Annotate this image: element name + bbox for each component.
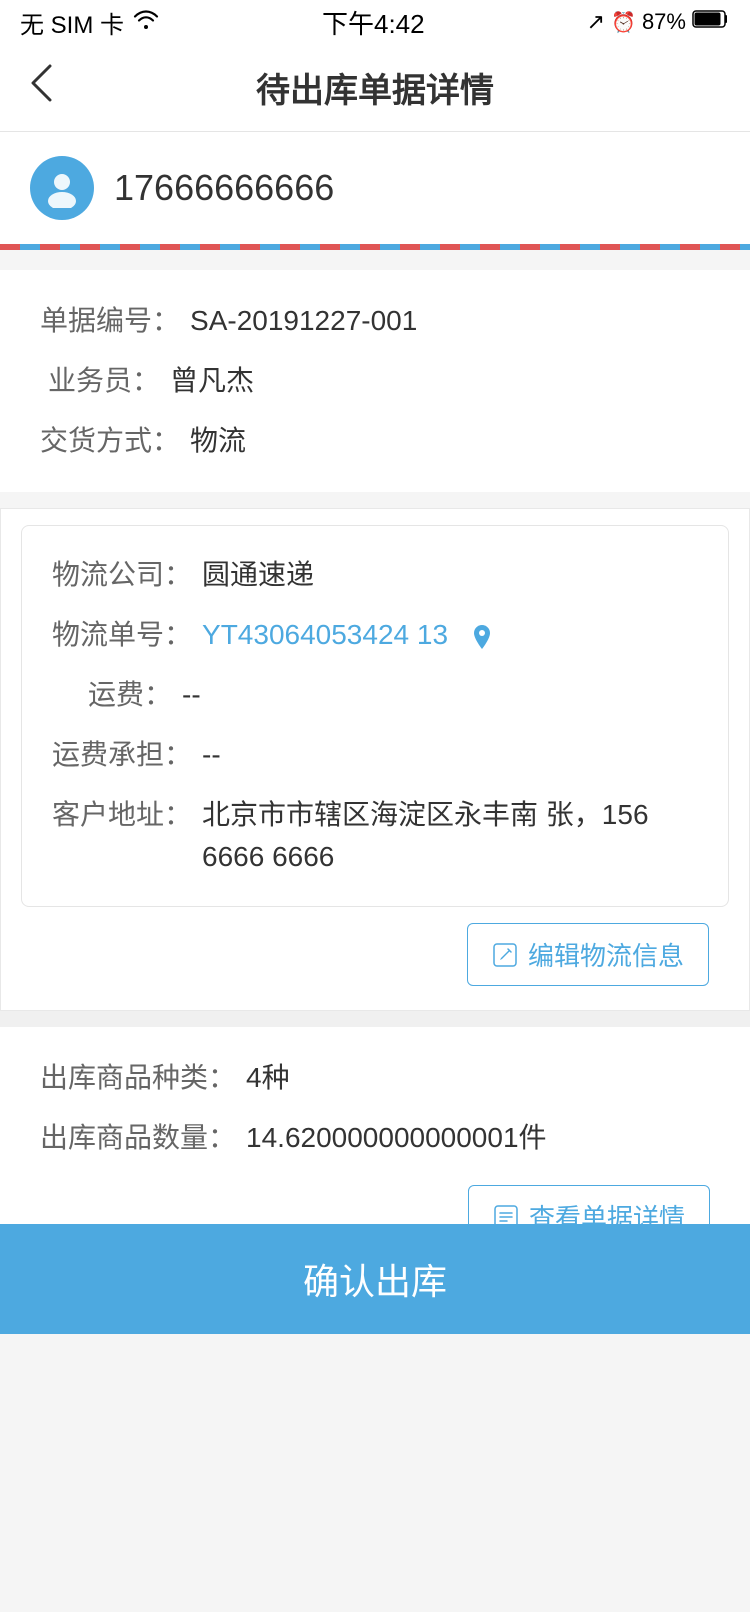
gray-divider-1	[0, 1011, 750, 1027]
status-right: ↗ ⏰ 87%	[587, 9, 730, 35]
goods-quantity-row: 出库商品数量： 14.620000000000001件	[40, 1117, 710, 1159]
logistics-section: 物流公司： 圆通速递 物流单号： YT43064053424 13	[21, 525, 729, 907]
document-label: 单据编号：	[40, 300, 190, 342]
delivery-value: 物流	[190, 420, 710, 462]
customer-header: 17666666666	[0, 132, 750, 244]
address-value: 北京市市辖区海淀区永丰南 张，156 6666 6666	[202, 794, 698, 878]
dashed-divider	[0, 244, 750, 250]
carrier-text: 无 SIM 卡	[20, 5, 124, 40]
goods-section: 出库商品种类： 4种 出库商品数量： 14.620000000000001件	[0, 1027, 750, 1169]
freight-row: 运费： --	[52, 674, 698, 716]
tracking-row: 物流单号： YT43064053424 13	[52, 614, 698, 656]
location-pin-icon[interactable]	[468, 623, 496, 651]
goods-type-value: 4种	[246, 1057, 710, 1099]
goods-type-row: 出库商品种类： 4种	[40, 1057, 710, 1099]
freight-bear-row: 运费承担： --	[52, 734, 698, 776]
status-bar: 无 SIM 卡 下午4:42 ↗ ⏰ 87%	[0, 0, 750, 44]
freight-bear-value: --	[202, 734, 698, 776]
page-title: 待出库单据详情	[256, 63, 494, 112]
delivery-row: 交货方式： 物流	[40, 420, 710, 462]
battery-icon	[692, 9, 730, 35]
company-value: 圆通速递	[202, 554, 698, 596]
edit-btn-row: 编辑物流信息	[1, 907, 749, 1010]
company-label: 物流公司：	[52, 554, 202, 596]
address-row: 客户地址： 北京市市辖区海淀区永丰南 张，156 6666 6666	[52, 794, 698, 878]
nav-bar: 待出库单据详情	[0, 44, 750, 132]
freight-bear-label: 运费承担：	[52, 734, 202, 776]
content-area: 17666666666 单据编号： SA-20191227-001 业务员： 曾…	[0, 132, 750, 1612]
delivery-label: 交货方式：	[40, 420, 190, 462]
address-label: 客户地址：	[52, 794, 202, 836]
avatar	[30, 156, 94, 220]
goods-quantity-label: 出库商品数量：	[40, 1117, 246, 1159]
staff-label: 业务员：	[40, 360, 170, 402]
alarm-icon: ⏰	[611, 10, 636, 35]
confirm-outbound-label: 确认出库	[303, 1253, 447, 1305]
edit-logistics-label: 编辑物流信息	[528, 936, 684, 973]
battery-text: 87%	[642, 9, 686, 35]
section-gap-1	[0, 492, 750, 508]
staff-value: 曾凡杰	[170, 360, 710, 402]
customer-phone: 17666666666	[114, 167, 334, 209]
document-value: SA-20191227-001	[190, 300, 710, 342]
edit-logistics-button[interactable]: 编辑物流信息	[467, 923, 709, 986]
freight-value: --	[182, 674, 698, 716]
company-row: 物流公司： 圆通速递	[52, 554, 698, 596]
staff-row: 业务员： 曾凡杰	[40, 360, 710, 402]
status-left: 无 SIM 卡	[20, 5, 160, 40]
goods-type-label: 出库商品种类：	[40, 1057, 246, 1099]
freight-label: 运费：	[52, 674, 182, 716]
basic-info-section: 单据编号： SA-20191227-001 业务员： 曾凡杰 交货方式： 物流	[0, 270, 750, 492]
back-button[interactable]	[30, 54, 62, 121]
goods-quantity-value: 14.620000000000001件	[246, 1117, 710, 1159]
document-row: 单据编号： SA-20191227-001	[40, 300, 710, 342]
tracking-value: YT43064053424 13	[202, 614, 698, 656]
time-display: 下午4:42	[322, 4, 425, 41]
wifi-icon	[132, 8, 160, 36]
confirm-outbound-button[interactable]: 确认出库	[0, 1224, 750, 1334]
location-icon: ↗	[587, 9, 605, 35]
tracking-label: 物流单号：	[52, 614, 202, 656]
